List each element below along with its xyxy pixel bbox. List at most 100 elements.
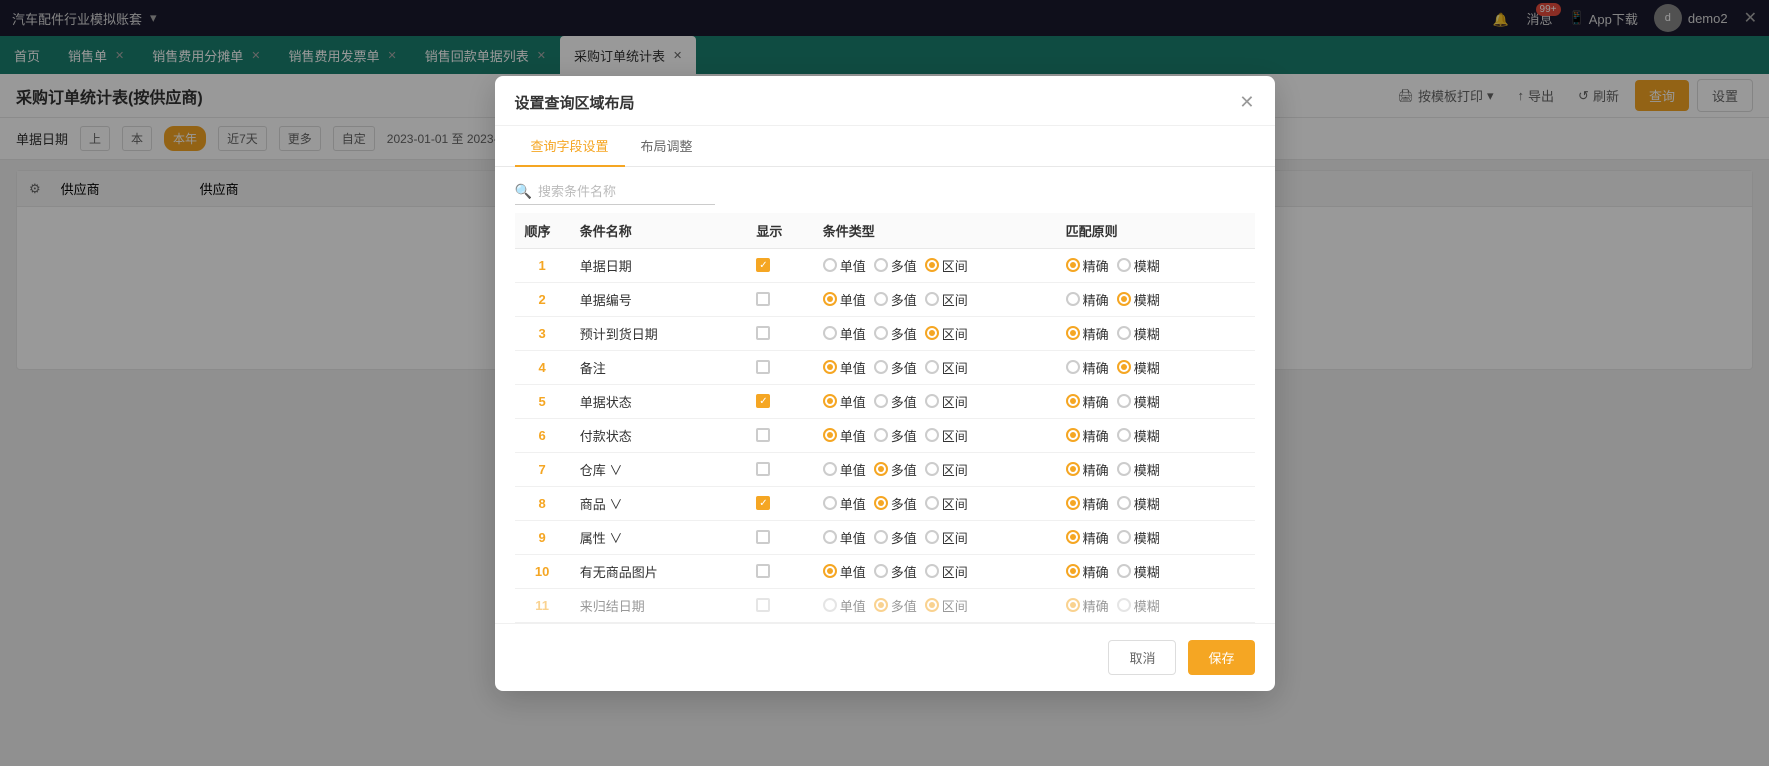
radio-type-type_multi[interactable]: 多值 [874, 426, 917, 445]
radio-circle-icon [823, 360, 837, 374]
radio-type-type_range[interactable]: 区间 [925, 256, 968, 275]
radio-type-type_single[interactable]: 单值 [823, 596, 866, 615]
row-show-checkbox[interactable] [746, 588, 812, 622]
checkbox-icon[interactable] [756, 530, 770, 544]
radio-type-label: 单值 [840, 426, 866, 445]
checkbox-icon[interactable] [756, 394, 770, 408]
radio-type-type_multi[interactable]: 多值 [874, 494, 917, 513]
row-show-checkbox[interactable] [746, 418, 812, 452]
radio-type-label: 区间 [942, 528, 968, 547]
checkbox-icon[interactable] [756, 326, 770, 340]
row-show-checkbox[interactable] [746, 384, 812, 418]
row-show-checkbox[interactable] [746, 316, 812, 350]
checkbox-icon[interactable] [756, 462, 770, 476]
radio-match-match_fuzzy[interactable]: 模糊 [1117, 494, 1160, 513]
row-show-checkbox[interactable] [746, 282, 812, 316]
radio-match-match_fuzzy[interactable]: 模糊 [1117, 528, 1160, 547]
checkbox-icon[interactable] [756, 496, 770, 510]
radio-match-match_exact[interactable]: 精确 [1066, 528, 1109, 547]
radio-type-type_single[interactable]: 单值 [823, 324, 866, 343]
radio-type-type_single[interactable]: 单值 [823, 256, 866, 275]
search-input[interactable] [538, 184, 698, 199]
radio-circle-icon [823, 428, 837, 442]
radio-match-match_exact[interactable]: 精确 [1066, 562, 1109, 581]
radio-type-type_range[interactable]: 区间 [925, 460, 968, 479]
radio-match-match_exact[interactable]: 精确 [1066, 426, 1109, 445]
radio-type-type_single[interactable]: 单值 [823, 392, 866, 411]
row-order: 6 [515, 418, 570, 452]
radio-type-type_multi[interactable]: 多值 [874, 256, 917, 275]
radio-type-type_multi[interactable]: 多值 [874, 562, 917, 581]
radio-type-type_multi[interactable]: 多值 [874, 324, 917, 343]
radio-type-type_single[interactable]: 单值 [823, 290, 866, 309]
checkbox-icon[interactable] [756, 428, 770, 442]
radio-match-match_exact[interactable]: 精确 [1066, 494, 1109, 513]
radio-match-match_exact[interactable]: 精确 [1066, 358, 1109, 377]
radio-type-type_single[interactable]: 单值 [823, 426, 866, 445]
row-show-checkbox[interactable] [746, 350, 812, 384]
dialog-close-button[interactable]: ✕ [1239, 93, 1254, 111]
checkbox-icon[interactable] [756, 258, 770, 272]
cancel-button[interactable]: 取消 [1108, 640, 1176, 675]
radio-match-match_fuzzy[interactable]: 模糊 [1117, 290, 1160, 309]
radio-type-type_single[interactable]: 单值 [823, 562, 866, 581]
radio-match-match_fuzzy[interactable]: 模糊 [1117, 460, 1160, 479]
row-show-checkbox[interactable] [746, 554, 812, 588]
radio-type-type_range[interactable]: 区间 [925, 494, 968, 513]
radio-match-match_exact[interactable]: 精确 [1066, 392, 1109, 411]
radio-type-type_range[interactable]: 区间 [925, 392, 968, 411]
dialog-tab-layout[interactable]: 布局调整 [625, 126, 709, 167]
radio-type-type_range[interactable]: 区间 [925, 324, 968, 343]
radio-match-match_exact[interactable]: 精确 [1066, 256, 1109, 275]
radio-type-type_range[interactable]: 区间 [925, 426, 968, 445]
radio-match-match_fuzzy[interactable]: 模糊 [1117, 562, 1160, 581]
row-show-checkbox[interactable] [746, 486, 812, 520]
radio-type-type_range[interactable]: 区间 [925, 290, 968, 309]
radio-circle-icon [874, 360, 888, 374]
radio-type-label: 多值 [891, 358, 917, 377]
radio-type-type_range[interactable]: 区间 [925, 596, 968, 615]
radio-type-type_range[interactable]: 区间 [925, 528, 968, 547]
radio-match-label: 模糊 [1134, 426, 1160, 445]
radio-type-type_single[interactable]: 单值 [823, 460, 866, 479]
radio-match-match_exact[interactable]: 精确 [1066, 324, 1109, 343]
row-type-radio-group: 单值多值区间 [813, 486, 1056, 520]
checkbox-icon[interactable] [756, 564, 770, 578]
radio-match-match_fuzzy[interactable]: 模糊 [1117, 358, 1160, 377]
checkbox-icon[interactable] [756, 598, 770, 612]
dialog-tab-query-fields[interactable]: 查询字段设置 [515, 126, 625, 167]
radio-type-type_multi[interactable]: 多值 [874, 392, 917, 411]
radio-type-label: 多值 [891, 426, 917, 445]
radio-type-type_single[interactable]: 单值 [823, 528, 866, 547]
radio-type-type_range[interactable]: 区间 [925, 358, 968, 377]
radio-match-match_fuzzy[interactable]: 模糊 [1117, 324, 1160, 343]
row-condition-name: 付款状态 [570, 418, 747, 452]
radio-type-type_multi[interactable]: 多值 [874, 596, 917, 615]
radio-match-label: 模糊 [1134, 358, 1160, 377]
row-show-checkbox[interactable] [746, 520, 812, 554]
radio-type-type_range[interactable]: 区间 [925, 562, 968, 581]
radio-match-match_fuzzy[interactable]: 模糊 [1117, 256, 1160, 275]
radio-match-match_exact[interactable]: 精确 [1066, 596, 1109, 615]
table-row: 2单据编号单值多值区间精确模糊 [515, 282, 1255, 316]
radio-type-type_single[interactable]: 单值 [823, 358, 866, 377]
row-show-checkbox[interactable] [746, 248, 812, 282]
radio-type-type_single[interactable]: 单值 [823, 494, 866, 513]
checkbox-icon[interactable] [756, 360, 770, 374]
radio-match-match_fuzzy[interactable]: 模糊 [1117, 392, 1160, 411]
radio-type-type_multi[interactable]: 多值 [874, 290, 917, 309]
checkbox-icon[interactable] [756, 292, 770, 306]
radio-type-type_multi[interactable]: 多值 [874, 460, 917, 479]
radio-type-type_multi[interactable]: 多值 [874, 358, 917, 377]
table-row: 4备注单值多值区间精确模糊 [515, 350, 1255, 384]
radio-match-match_fuzzy[interactable]: 模糊 [1117, 426, 1160, 445]
radio-match-label: 模糊 [1134, 596, 1160, 615]
radio-match-match_exact[interactable]: 精确 [1066, 460, 1109, 479]
radio-match-match_exact[interactable]: 精确 [1066, 290, 1109, 309]
save-button[interactable]: 保存 [1188, 640, 1254, 675]
row-type-radio-group: 单值多值区间 [813, 588, 1056, 622]
radio-type-type_multi[interactable]: 多值 [874, 528, 917, 547]
radio-circle-icon [1066, 258, 1080, 272]
radio-match-match_fuzzy[interactable]: 模糊 [1117, 596, 1160, 615]
row-show-checkbox[interactable] [746, 452, 812, 486]
